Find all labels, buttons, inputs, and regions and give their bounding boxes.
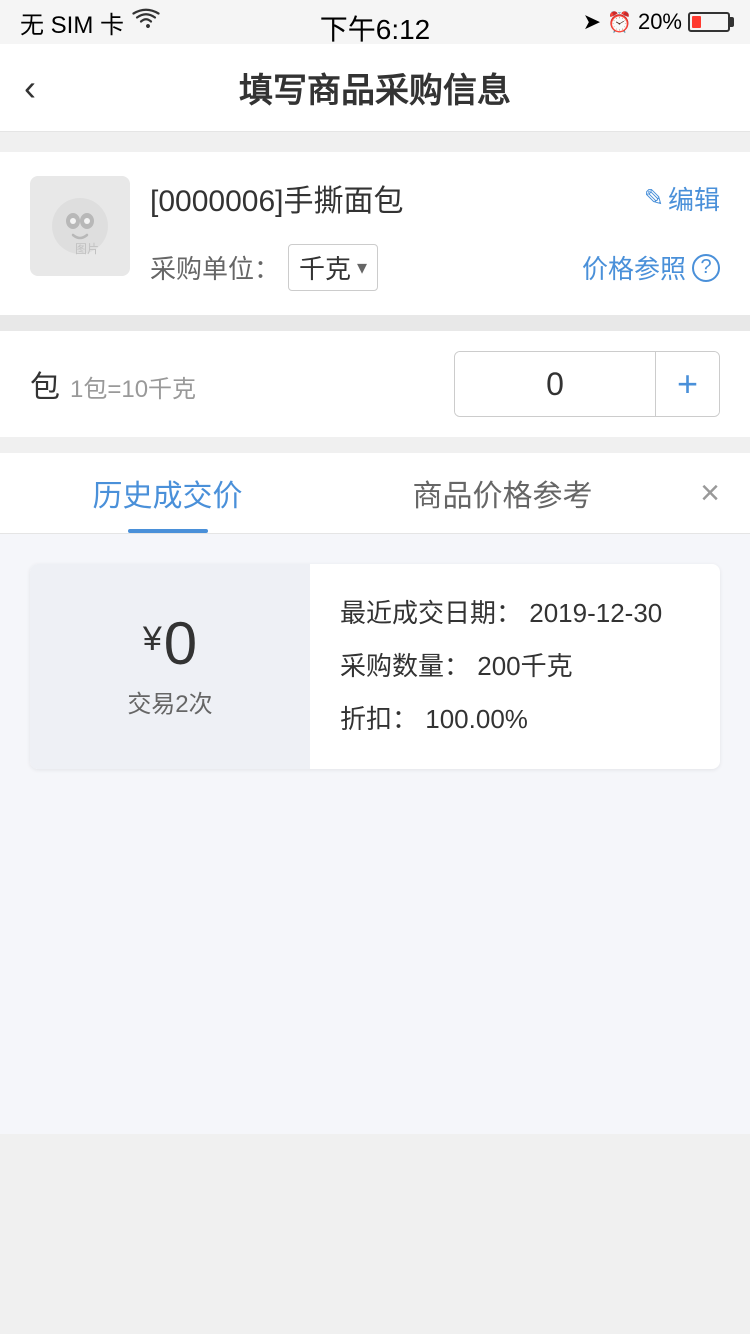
price-value: 0 <box>164 614 197 674</box>
quantity-label: 包 1包=10千克 <box>30 362 196 406</box>
battery-icon <box>688 12 730 32</box>
recent-date-row: 最近成交日期： 2019-12-30 <box>340 594 690 633</box>
purchase-quantity-row: 采购数量： 200千克 <box>340 647 690 686</box>
unit-label: 采购单位： 千克 ▾ <box>150 244 378 291</box>
edit-label: 编辑 <box>668 180 720 217</box>
transaction-count: 交易2次 <box>127 684 212 719</box>
carrier-label: 无 SIM 卡 <box>20 5 124 40</box>
purchase-quantity-value: 200千克 <box>477 651 572 681</box>
section-divider <box>0 315 750 331</box>
transaction-card: ¥ 0 交易2次 最近成交日期： 2019-12-30 采购数量： 200千克 … <box>30 564 720 769</box>
content-area: ¥ 0 交易2次 最近成交日期： 2019-12-30 采购数量： 200千克 … <box>0 534 750 1134</box>
alarm-icon: ⏰ <box>607 10 632 35</box>
tabs-container: 历史成交价 商品价格参考 × <box>0 453 750 534</box>
battery-percent: 20% <box>638 9 682 35</box>
status-left: 无 SIM 卡 <box>20 5 160 40</box>
status-right: ➤ ⏰ 20% <box>583 9 730 35</box>
product-card: 图片 [0000006]手撕面包 ✎ 编辑 采购单位： 千克 ▾ <box>0 152 750 315</box>
location-icon: ➤ <box>583 9 601 35</box>
edit-icon: ✎ <box>644 184 664 213</box>
quantity-control: + <box>454 351 720 417</box>
price-ref-label: 价格参照 <box>582 249 686 286</box>
purchase-quantity-label: 采购数量： <box>340 651 470 681</box>
product-name: [0000006]手撕面包 <box>150 176 403 220</box>
discount-value: 100.00% <box>425 704 528 734</box>
quantity-input[interactable] <box>455 352 655 416</box>
status-time: 下午6:12 <box>320 8 431 48</box>
wifi-icon <box>132 8 160 37</box>
product-header: 图片 [0000006]手撕面包 ✎ 编辑 采购单位： 千克 ▾ <box>30 176 720 291</box>
recent-date-label: 最近成交日期： <box>340 598 522 628</box>
product-title-row: [0000006]手撕面包 ✎ 编辑 <box>150 176 720 220</box>
nav-bar: ‹ 填写商品采购信息 <box>0 44 750 132</box>
transaction-details: 最近成交日期： 2019-12-30 采购数量： 200千克 折扣： 100.0… <box>310 564 720 769</box>
page-title: 填写商品采购信息 <box>239 63 511 112</box>
price-symbol: ¥ <box>143 622 162 656</box>
status-bar: 无 SIM 卡 下午6:12 ➤ ⏰ 20% <box>0 0 750 44</box>
product-unit-row: 采购单位： 千克 ▾ 价格参照 ? <box>150 244 720 291</box>
tab-close-button[interactable]: × <box>670 453 750 533</box>
discount-label: 折扣： <box>340 704 418 734</box>
question-icon: ? <box>692 254 720 282</box>
price-ref-button[interactable]: 价格参照 ? <box>582 249 720 286</box>
discount-row: 折扣： 100.00% <box>340 700 690 739</box>
back-button[interactable]: ‹ <box>24 67 36 109</box>
unit-select[interactable]: 千克 ▾ <box>288 244 378 291</box>
transaction-price-section: ¥ 0 交易2次 <box>30 564 310 769</box>
edit-button[interactable]: ✎ 编辑 <box>644 180 720 217</box>
recent-date-value: 2019-12-30 <box>529 598 662 628</box>
svg-text:图片: 图片 <box>75 242 99 256</box>
quantity-plus-button[interactable]: + <box>655 352 719 416</box>
tab-history-price[interactable]: 历史成交价 <box>0 453 335 533</box>
tab-price-reference[interactable]: 商品价格参考 <box>335 453 670 533</box>
product-info: [0000006]手撕面包 ✎ 编辑 采购单位： 千克 ▾ 价格参照 ? <box>150 176 720 291</box>
quantity-unit-label: 包 <box>30 362 60 406</box>
quantity-row: 包 1包=10千克 + <box>0 331 750 437</box>
chevron-down-icon: ▾ <box>357 255 367 280</box>
quantity-conversion: 1包=10千克 <box>70 369 196 404</box>
transaction-price: ¥ 0 <box>143 614 197 674</box>
tab-underline <box>128 529 208 533</box>
product-image: 图片 <box>30 176 130 276</box>
